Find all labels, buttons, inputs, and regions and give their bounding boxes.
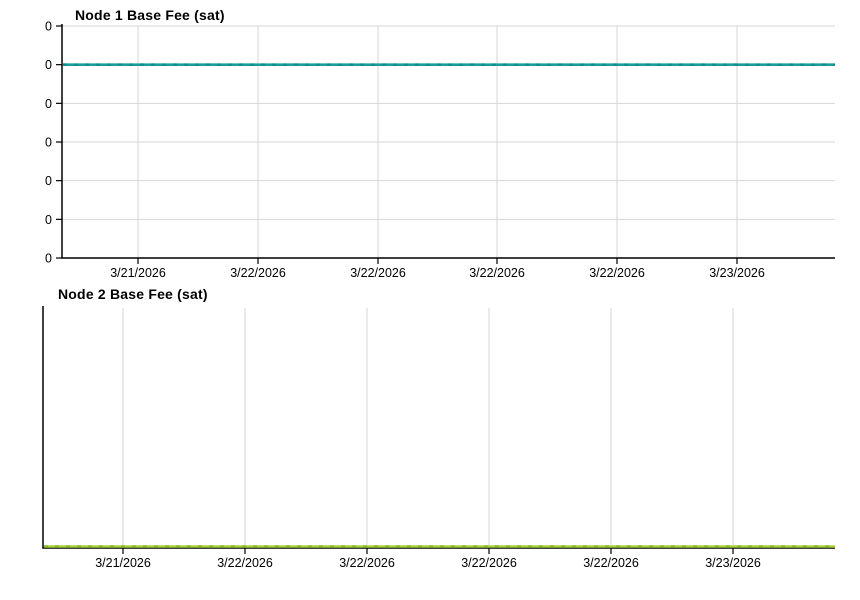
x-tick-label: 3/22/2026 — [339, 556, 395, 570]
fee-charts-page: Node 1 Base Fee (sat) Node 2 Base Fee (s… — [0, 0, 860, 600]
x-tick-label: 3/21/2026 — [95, 556, 151, 570]
x-tick-label: 3/22/2026 — [230, 266, 286, 280]
x-tick-label: 3/22/2026 — [589, 266, 645, 280]
x-tick-label: 3/23/2026 — [705, 556, 761, 570]
y-tick-label: 0 — [45, 174, 52, 188]
x-tick-label: 3/22/2026 — [469, 266, 525, 280]
charts-canvas: 0 0 0 0 0 0 0 3/21/2026 3/22/2026 3/22/2026 3/22/2… — [42, 20, 835, 570]
y-tick-label: 0 — [45, 213, 52, 227]
y-tick-label: 0 — [45, 97, 52, 111]
y-tick-label: 0 — [45, 252, 52, 266]
y-tick-label: 0 — [45, 136, 52, 150]
x-tick-label: 3/22/2026 — [583, 556, 639, 570]
x-tick-label: 3/22/2026 — [217, 556, 273, 570]
y-tick-label: 0 — [45, 58, 52, 72]
x-tick-label: 3/23/2026 — [709, 266, 765, 280]
y-tick-label: 0 — [45, 20, 52, 34]
x-tick-label: 3/21/2026 — [110, 266, 166, 280]
x-tick-label: 3/22/2026 — [461, 556, 517, 570]
x-tick-label: 3/22/2026 — [350, 266, 406, 280]
